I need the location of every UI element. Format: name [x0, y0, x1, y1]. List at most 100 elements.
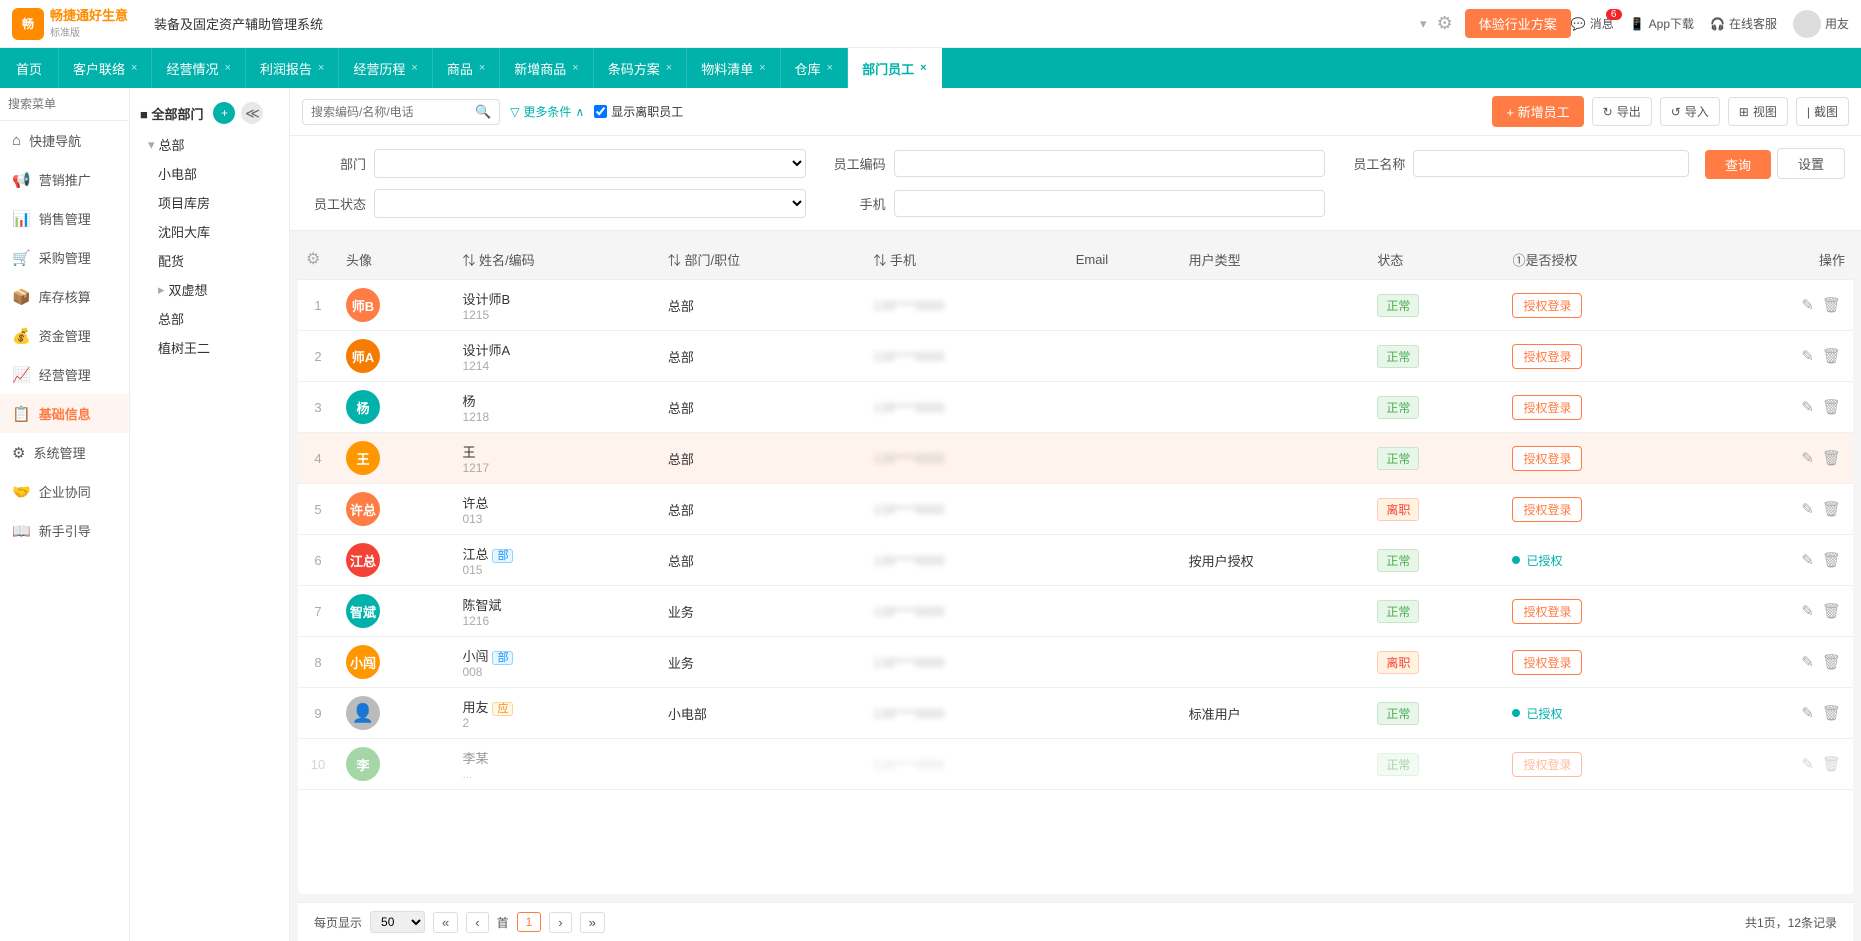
dropdown-arrow[interactable]: ▾: [1420, 16, 1427, 32]
tab-department[interactable]: 部门员工 ×: [848, 48, 941, 88]
delete-btn[interactable]: 🗑: [1818, 294, 1845, 316]
edit-btn[interactable]: ✎: [1797, 600, 1818, 622]
sidebar-item-sales[interactable]: 📊 销售管理: [0, 199, 129, 238]
delete-btn[interactable]: 🗑: [1818, 702, 1845, 724]
sidebar-item-purchase[interactable]: 🛒 采购管理: [0, 238, 129, 277]
prev-page-btn[interactable]: ‹: [466, 912, 488, 933]
auth-btn[interactable]: 授权登录: [1512, 446, 1582, 471]
dept-item-shuangxiang[interactable]: ▸ 双虚想: [130, 275, 289, 304]
dept-item-xd[interactable]: 小电部: [130, 159, 289, 188]
message-btn[interactable]: 💬 消息 6: [1571, 15, 1614, 32]
close-icon[interactable]: ×: [224, 62, 230, 74]
import-btn[interactable]: ↺ 导入: [1660, 97, 1720, 126]
dept-item-project[interactable]: 项目库房: [130, 188, 289, 217]
close-icon[interactable]: ×: [920, 62, 926, 74]
column-settings-icon[interactable]: ⚙: [306, 251, 320, 268]
edit-btn[interactable]: ✎: [1797, 651, 1818, 673]
tab-profit[interactable]: 利润报告 ×: [246, 48, 339, 88]
tab-add-goods[interactable]: 新增商品 ×: [500, 48, 593, 88]
sidebar-item-marketing[interactable]: 📢 营销推广: [0, 160, 129, 199]
dept-item-peihuo[interactable]: 配货: [130, 246, 289, 275]
delete-btn[interactable]: 🗑: [1818, 396, 1845, 418]
delete-btn[interactable]: 🗑: [1818, 549, 1845, 571]
tab-history[interactable]: 经营历程 ×: [339, 48, 432, 88]
tab-customer[interactable]: 客户联络 ×: [59, 48, 152, 88]
delete-btn[interactable]: 🗑: [1818, 600, 1845, 622]
user-menu-btn[interactable]: 用友: [1793, 10, 1849, 38]
col-phone[interactable]: ⇅ 手机: [865, 239, 1067, 280]
edit-btn[interactable]: ✎: [1797, 396, 1818, 418]
dept-item-zongbu-parent[interactable]: ▾ 总部: [130, 130, 289, 159]
settings-gear-icon[interactable]: ⚙: [1437, 13, 1453, 34]
delete-btn[interactable]: 🗑: [1818, 345, 1845, 367]
edit-btn[interactable]: ✎: [1797, 345, 1818, 367]
auth-btn[interactable]: 授权登录: [1512, 395, 1582, 420]
first-page-btn[interactable]: «: [433, 912, 458, 933]
sidebar-item-finance[interactable]: 💰 资金管理: [0, 316, 129, 355]
add-dept-btn[interactable]: +: [213, 102, 235, 124]
edit-btn[interactable]: ✎: [1797, 702, 1818, 724]
online-support-btn[interactable]: 🎧 在线客服: [1710, 15, 1777, 32]
auth-btn[interactable]: 授权登录: [1512, 497, 1582, 522]
show-resigned-checkbox[interactable]: 显示离职员工: [594, 103, 683, 120]
col-name[interactable]: ⇅ 姓名/编码: [454, 239, 659, 280]
tab-goods[interactable]: 商品 ×: [433, 48, 500, 88]
close-icon[interactable]: ×: [572, 62, 578, 74]
empname-input[interactable]: [1413, 150, 1689, 177]
auth-btn[interactable]: 授权登录: [1512, 293, 1582, 318]
tab-warehouse[interactable]: 仓库 ×: [781, 48, 848, 88]
close-icon[interactable]: ×: [479, 62, 485, 74]
delete-btn[interactable]: 🗑: [1818, 447, 1845, 469]
col-settings[interactable]: ⚙: [298, 239, 338, 280]
close-icon[interactable]: ×: [759, 62, 765, 74]
col-dept[interactable]: ⇅ 部门/职位: [660, 239, 865, 280]
edit-btn[interactable]: ✎: [1797, 753, 1818, 775]
dept-item-zhishu[interactable]: 植树王二: [130, 333, 289, 362]
per-page-select[interactable]: 50 20 100: [370, 911, 425, 933]
phone-input[interactable]: [894, 190, 1326, 217]
edit-btn[interactable]: ✎: [1797, 447, 1818, 469]
sidebar-item-basic-info[interactable]: 📋 基础信息: [0, 394, 129, 433]
auth-btn[interactable]: 授权登录: [1512, 599, 1582, 624]
trial-btn[interactable]: 体验行业方案: [1465, 9, 1571, 38]
empstatus-select[interactable]: [374, 189, 806, 218]
next-page-btn[interactable]: ›: [549, 912, 571, 933]
tab-home[interactable]: 首页: [0, 48, 59, 88]
tab-bom[interactable]: 物料清单 ×: [687, 48, 780, 88]
sidebar-search-input[interactable]: [8, 97, 130, 111]
auth-btn[interactable]: 授权登录: [1512, 650, 1582, 675]
tab-operation[interactable]: 经营情况 ×: [152, 48, 245, 88]
delete-btn[interactable]: 🗑: [1818, 651, 1845, 673]
last-page-btn[interactable]: »: [580, 912, 605, 933]
current-page[interactable]: 1: [517, 912, 542, 932]
search-btn[interactable]: 查询: [1705, 150, 1771, 179]
sidebar-item-business[interactable]: 📈 经营管理: [0, 355, 129, 394]
empcode-input[interactable]: [894, 150, 1326, 177]
add-employee-btn[interactable]: + 新增员工: [1492, 96, 1583, 127]
sidebar-item-guide[interactable]: 📖 新手引导: [0, 511, 129, 550]
auth-btn[interactable]: 授权登录: [1512, 752, 1582, 777]
more-filter-btn[interactable]: ▽ 更多条件 ∧: [510, 103, 584, 120]
sidebar-item-inventory[interactable]: 📦 库存核算: [0, 277, 129, 316]
edit-btn[interactable]: ✎: [1797, 498, 1818, 520]
screenshot-btn[interactable]: | 截图: [1796, 97, 1849, 126]
show-resigned-input[interactable]: [594, 105, 607, 118]
close-icon[interactable]: ×: [666, 62, 672, 74]
edit-btn[interactable]: ✎: [1797, 549, 1818, 571]
close-icon[interactable]: ×: [131, 62, 137, 74]
sidebar-item-collab[interactable]: 🤝 企业协同: [0, 472, 129, 511]
close-icon[interactable]: ×: [318, 62, 324, 74]
close-icon[interactable]: ×: [827, 62, 833, 74]
export-btn[interactable]: ↻ 导出: [1592, 97, 1652, 126]
search-input[interactable]: [311, 105, 471, 119]
tab-barcode[interactable]: 条码方案 ×: [594, 48, 687, 88]
edit-btn[interactable]: ✎: [1797, 294, 1818, 316]
set-btn[interactable]: 设置: [1777, 148, 1845, 179]
dept-item-zongbu[interactable]: 总部: [130, 304, 289, 333]
app-download-btn[interactable]: 📱 App下载: [1630, 15, 1694, 32]
sidebar-item-system[interactable]: ⚙ 系统管理: [0, 433, 129, 472]
dept-item-shenyang[interactable]: 沈阳大库: [130, 217, 289, 246]
dept-select[interactable]: [374, 149, 806, 178]
delete-btn[interactable]: 🗑: [1818, 498, 1845, 520]
sidebar-item-quick-nav[interactable]: ⌂ 快捷导航: [0, 121, 129, 160]
